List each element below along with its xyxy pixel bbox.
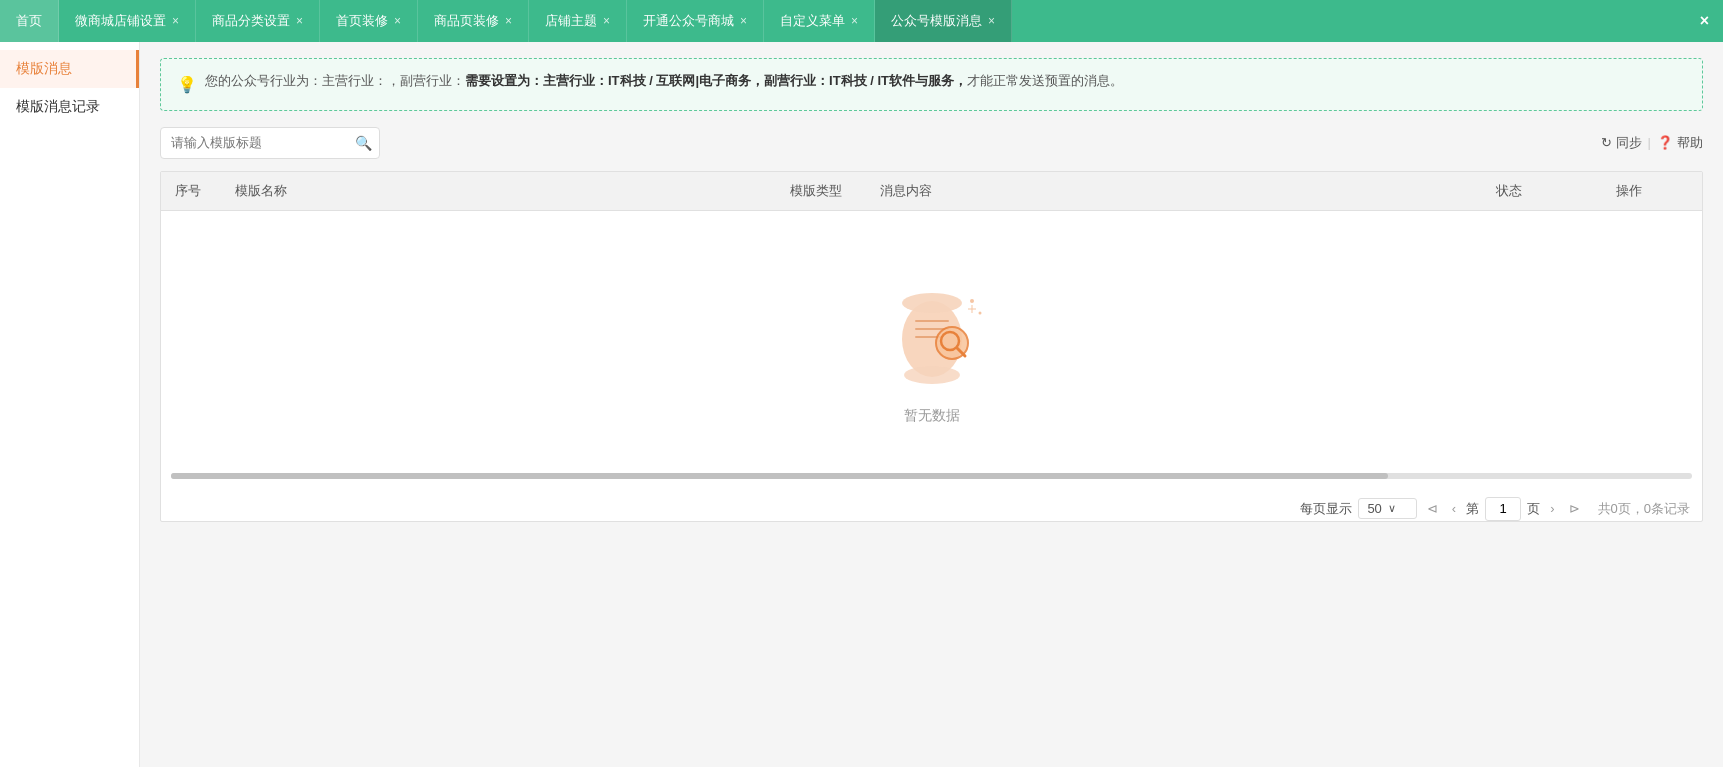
- per-page-label: 每页显示: [1300, 500, 1352, 518]
- last-page-button[interactable]: ⊳: [1565, 499, 1584, 518]
- sync-icon: ↻: [1601, 135, 1612, 150]
- next-page-button[interactable]: ›: [1546, 499, 1558, 518]
- toolbar-right: ↻ 同步 | ❓ 帮助: [1601, 134, 1703, 152]
- help-button[interactable]: ❓ 帮助: [1657, 134, 1703, 152]
- prev-page-button[interactable]: ‹: [1448, 499, 1460, 518]
- th-name: 模版名称: [221, 172, 776, 211]
- svg-point-2: [904, 366, 960, 384]
- close-tab-theme[interactable]: ×: [603, 14, 610, 28]
- sync-button[interactable]: ↻ 同步: [1601, 134, 1642, 152]
- svg-point-1: [902, 293, 962, 313]
- nav-tab-homepage[interactable]: 首页装修×: [320, 0, 418, 42]
- table-header: 序号模版名称模版类型消息内容状态操作: [161, 172, 1702, 211]
- scrollbar-track: [171, 473, 1692, 479]
- toolbar-divider: |: [1648, 135, 1651, 150]
- page-label-pre: 第: [1466, 500, 1479, 518]
- empty-illustration: [872, 271, 992, 391]
- nav-tab-category[interactable]: 商品分类设置×: [196, 0, 320, 42]
- close-tab-openstore[interactable]: ×: [740, 14, 747, 28]
- top-nav: 首页微商城店铺设置×商品分类设置×首页装修×商品页装修×店铺主题×开通公众号商城…: [0, 0, 1723, 42]
- th-action: 操作: [1602, 172, 1702, 211]
- chevron-down-icon: ∨: [1388, 502, 1396, 515]
- nav-tab-custommenu[interactable]: 自定义菜单×: [764, 0, 875, 42]
- close-tab-templatemsg[interactable]: ×: [988, 14, 995, 28]
- close-tab-category[interactable]: ×: [296, 14, 303, 28]
- table-wrapper: 序号模版名称模版类型消息内容状态操作: [160, 171, 1703, 522]
- close-all-button[interactable]: ×: [1686, 12, 1723, 30]
- toolbar-left: 🔍: [160, 127, 380, 159]
- svg-point-9: [970, 299, 974, 303]
- search-input[interactable]: [160, 127, 380, 159]
- table-empty-row: 暂无数据: [161, 210, 1702, 465]
- page-size-select[interactable]: 50 ∨: [1358, 498, 1416, 519]
- main-layout: 模版消息模版消息记录 💡 您的公众号行业为：主营行业：，副营行业：需要设置为：主…: [0, 42, 1723, 767]
- page-label-post: 页: [1527, 500, 1540, 518]
- th-seq: 序号: [161, 172, 221, 211]
- close-tab-productpage[interactable]: ×: [505, 14, 512, 28]
- nav-tab-home[interactable]: 首页: [0, 0, 59, 42]
- sidebar: 模版消息模版消息记录: [0, 42, 140, 767]
- data-table: 序号模版名称模版类型消息内容状态操作: [161, 172, 1702, 465]
- close-tab-homepage[interactable]: ×: [394, 14, 401, 28]
- nav-tab-weishop[interactable]: 微商城店铺设置×: [59, 0, 196, 42]
- nav-tab-theme[interactable]: 店铺主题×: [529, 0, 627, 42]
- sidebar-item-template-message[interactable]: 模版消息: [0, 50, 139, 88]
- nav-tab-productpage[interactable]: 商品页装修×: [418, 0, 529, 42]
- search-icon[interactable]: 🔍: [355, 135, 372, 151]
- help-icon: ❓: [1657, 135, 1673, 150]
- th-status: 状态: [1482, 172, 1602, 211]
- scrollbar-thumb: [171, 473, 1388, 479]
- th-type: 模版类型: [776, 172, 866, 211]
- first-page-button[interactable]: ⊲: [1423, 499, 1442, 518]
- content-area: 💡 您的公众号行业为：主营行业：，副营行业：需要设置为：主营行业：IT科技 / …: [140, 42, 1723, 767]
- close-tab-custommenu[interactable]: ×: [851, 14, 858, 28]
- empty-text: 暂无数据: [904, 407, 960, 425]
- horizontal-scrollbar[interactable]: [161, 465, 1702, 487]
- pagination-summary: 共0页，0条记录: [1598, 500, 1690, 518]
- notice-text: 您的公众号行业为：主营行业：，副营行业：需要设置为：主营行业：IT科技 / 互联…: [205, 71, 1123, 92]
- current-page-input[interactable]: [1485, 497, 1521, 521]
- svg-point-10: [978, 311, 981, 314]
- empty-state: 暂无数据: [161, 211, 1702, 465]
- sidebar-item-template-record[interactable]: 模版消息记录: [0, 88, 139, 126]
- th-content: 消息内容: [866, 172, 1482, 211]
- notice-icon: 💡: [177, 72, 197, 98]
- toolbar: 🔍 ↻ 同步 | ❓ 帮助: [160, 127, 1703, 159]
- notice-banner: 💡 您的公众号行业为：主营行业：，副营行业：需要设置为：主营行业：IT科技 / …: [160, 58, 1703, 111]
- nav-tab-openstore[interactable]: 开通公众号商城×: [627, 0, 764, 42]
- page-size-value: 50: [1367, 501, 1381, 516]
- close-tab-weishop[interactable]: ×: [172, 14, 179, 28]
- nav-tab-templatemsg[interactable]: 公众号模版消息×: [875, 0, 1012, 42]
- pagination: 每页显示 50 ∨ ⊲ ‹ 第 页 › ⊳ 共0页，0条记录: [161, 487, 1702, 521]
- search-input-wrapper: 🔍: [160, 127, 380, 159]
